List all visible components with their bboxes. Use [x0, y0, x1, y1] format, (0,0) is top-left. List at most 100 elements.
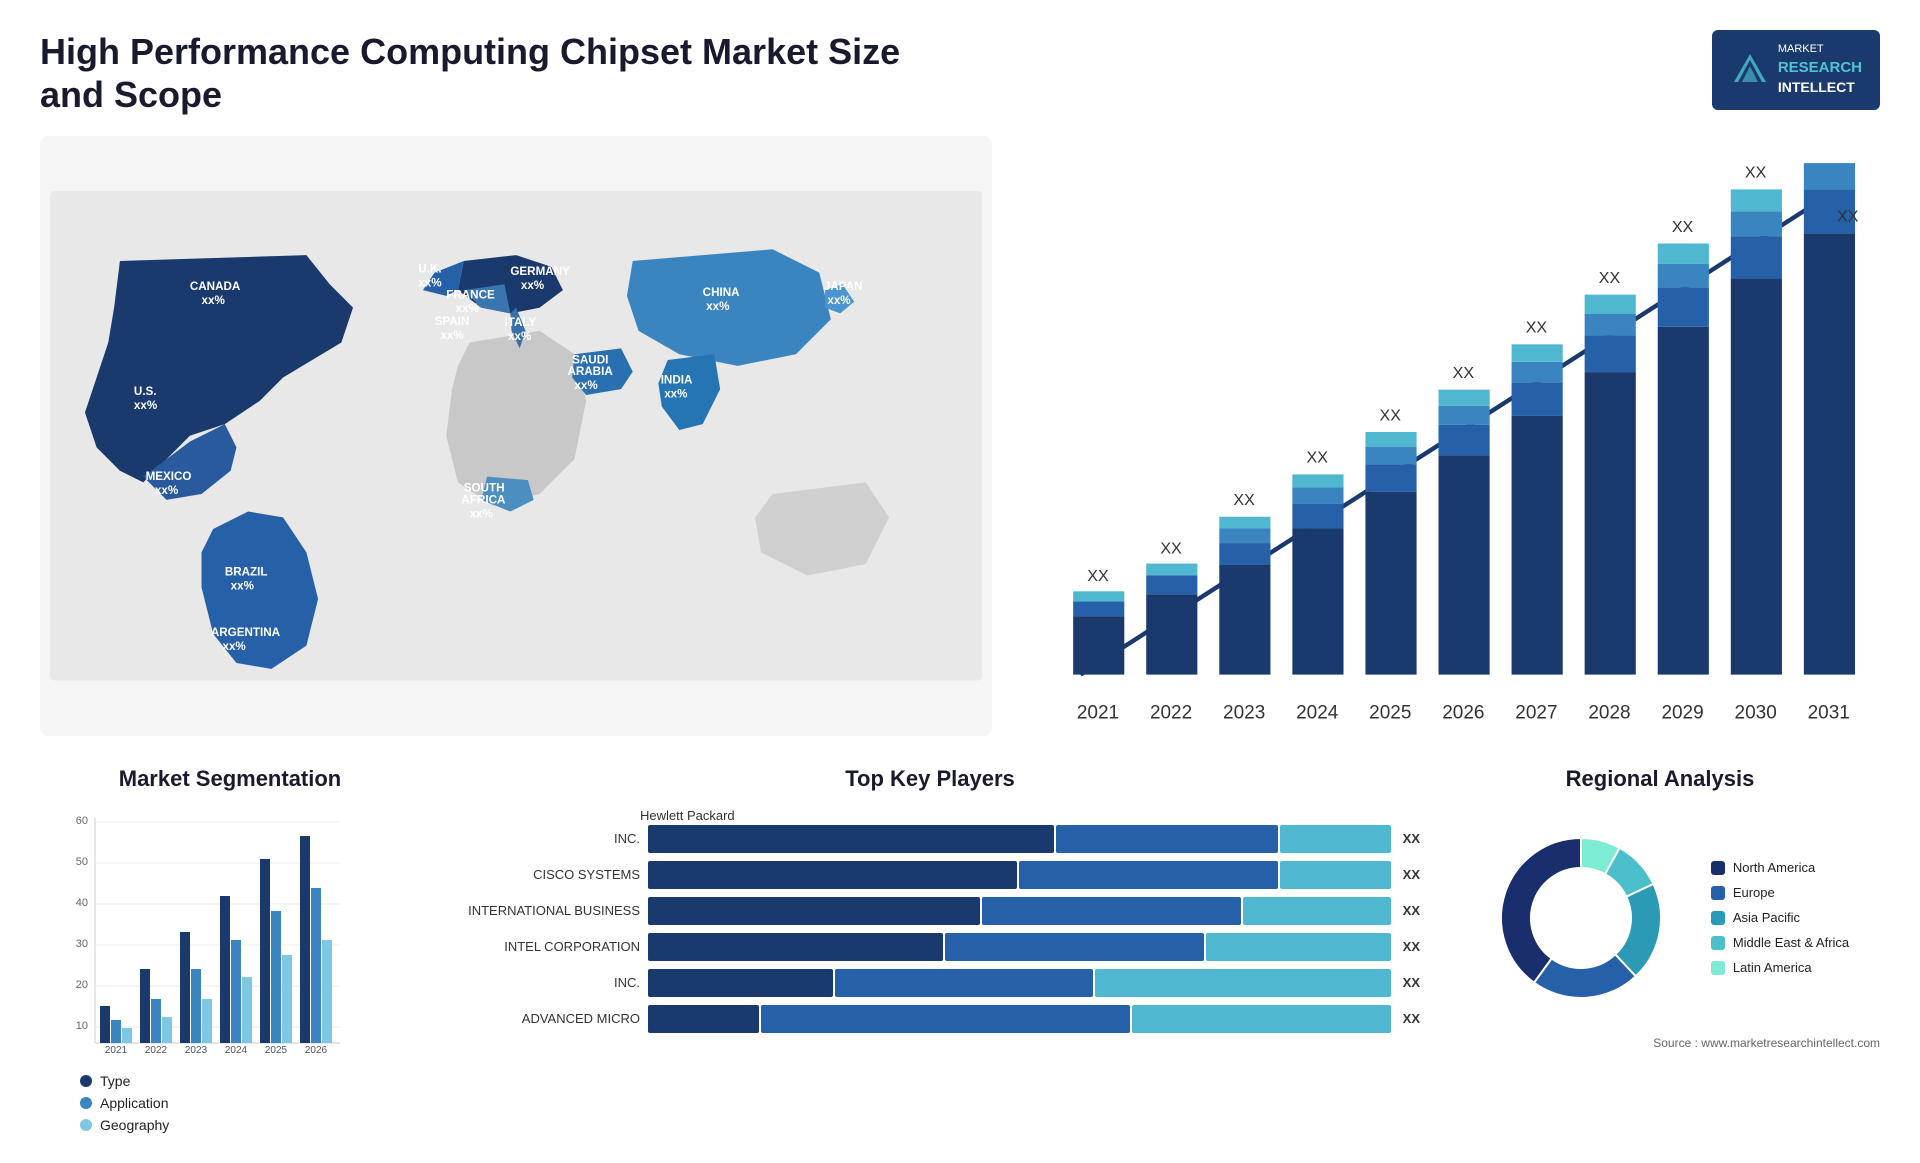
japan-value: xx%: [827, 294, 851, 307]
seg-2025-geo: [282, 955, 292, 1043]
legend-app-label: Application: [100, 1095, 169, 1111]
bar-2029-seg3: [1658, 264, 1709, 287]
seg-2026-app: [311, 888, 321, 1043]
canada-label: CANADA: [190, 280, 241, 293]
xx-2027: XX: [1526, 319, 1548, 337]
bar-2028-seg2: [1585, 336, 1636, 373]
player-bar-seg-2-0: [648, 897, 980, 925]
top-section: CANADA xx% U.S. xx% MEXICO xx% BRAZIL xx…: [40, 136, 1880, 736]
bar-2023-seg4: [1220, 517, 1271, 529]
us-value: xx%: [134, 399, 158, 412]
player-xx-3: XX: [1403, 939, 1420, 954]
player-bar-seg-4-2: [1095, 969, 1390, 997]
player-bar-wrap-4: [648, 969, 1391, 997]
regional-legend: North AmericaEuropeAsia PacificMiddle Ea…: [1711, 860, 1849, 975]
year-2030: 2030: [1735, 703, 1777, 724]
bar-2021-seg1: [1074, 617, 1125, 675]
legend-application: Application: [80, 1095, 420, 1111]
legend-type-dot: [80, 1075, 92, 1087]
bar-2026-seg1: [1439, 456, 1490, 675]
seg-2021-geo: [122, 1028, 132, 1043]
canada-value: xx%: [202, 294, 226, 307]
y-label-50: 50: [76, 856, 88, 868]
italy-value: xx%: [508, 331, 532, 344]
logo-text: MARKET RESEARCH INTELLECT: [1778, 42, 1862, 98]
regional-title: Regional Analysis: [1440, 766, 1880, 792]
player-bar-wrap-3: [648, 933, 1391, 961]
player-bar-seg-2-1: [982, 897, 1241, 925]
bar-2025-seg4: [1366, 432, 1417, 447]
player-rows-container: INC.XXCISCO SYSTEMSXXINTERNATIONAL BUSIN…: [440, 825, 1420, 1033]
player-xx-1: XX: [1403, 867, 1420, 882]
player-xx-0: XX: [1403, 831, 1420, 846]
xx-2022: XX: [1161, 540, 1183, 558]
player-row-3: INTEL CORPORATIONXX: [440, 933, 1420, 961]
spain-label: SPAIN: [435, 315, 470, 328]
player-bar-seg-1-2: [1280, 861, 1391, 889]
player-bar-seg-0-1: [1056, 825, 1278, 853]
regional-legend-item-0: North America: [1711, 860, 1849, 875]
player-name-0: INC.: [440, 831, 640, 846]
player-bar-wrap-5: [648, 1005, 1391, 1033]
player-bar-wrap-2: [648, 897, 1391, 925]
bar-2026-seg3: [1439, 406, 1490, 425]
bar-2023-seg2: [1220, 543, 1271, 565]
bar-2030-seg4: [1731, 190, 1782, 212]
player-xx-2: XX: [1403, 903, 1420, 918]
bar-2029-seg1: [1658, 327, 1709, 675]
saudi-value: xx%: [574, 380, 598, 393]
segmentation-legend: Type Application Geography: [80, 1073, 420, 1133]
bar-2024-seg2: [1293, 504, 1344, 529]
seg-x-2026: 2026: [305, 1045, 328, 1056]
bar-2024-seg4: [1293, 475, 1344, 488]
xx-2021: XX: [1088, 567, 1110, 585]
legend-geo-dot: [80, 1119, 92, 1131]
year-2029: 2029: [1662, 703, 1704, 724]
player-name-1: CISCO SYSTEMS: [440, 867, 640, 882]
xx-2030: XX: [1745, 164, 1767, 182]
brazil-label: BRAZIL: [225, 566, 268, 579]
player-bar-seg-0-0: [648, 825, 1054, 853]
player-bar-wrap-0: [648, 825, 1391, 853]
logo-box: MARKET RESEARCH INTELLECT: [1712, 30, 1880, 110]
xx-2025: XX: [1380, 407, 1402, 425]
seg-2022-geo: [162, 1017, 172, 1043]
japan-label: JAPAN: [824, 280, 863, 293]
regional-legend-dot-4: [1711, 961, 1725, 975]
year-2022: 2022: [1150, 703, 1192, 724]
bar-2028-seg1: [1585, 372, 1636, 675]
y-label-30: 30: [76, 938, 88, 950]
mexico-value: xx%: [155, 484, 179, 497]
year-2023: 2023: [1223, 703, 1265, 724]
bar-2022-seg1: [1147, 595, 1198, 675]
bottom-section: Market Segmentation 60 50 40 30 20 10: [40, 766, 1880, 1133]
bar-chart-svg: 2021 XX 2022 XX 2023 XX 2024 XX: [1022, 146, 1870, 736]
year-2024: 2024: [1296, 703, 1338, 724]
year-2027: 2027: [1516, 703, 1558, 724]
germany-label: GERMANY: [510, 265, 570, 278]
uk-value: xx%: [418, 277, 442, 290]
y-label-60: 60: [76, 815, 88, 827]
player-name-4: INC.: [440, 975, 640, 990]
seg-2024-app: [231, 940, 241, 1043]
y-label-40: 40: [76, 897, 88, 909]
bar-2030-seg2: [1731, 237, 1782, 279]
bar-2030-seg3: [1731, 212, 1782, 237]
bar-2025-seg1: [1366, 492, 1417, 675]
bar-2022-seg3: [1147, 564, 1198, 576]
player-row-4: INC.XX: [440, 969, 1420, 997]
bar-2021-seg3: [1074, 592, 1125, 602]
legend-type-label: Type: [100, 1073, 130, 1089]
regional-legend-label-2: Asia Pacific: [1733, 910, 1800, 925]
donut-seg-4: [1501, 838, 1581, 983]
logo-area: MARKET RESEARCH INTELLECT: [1712, 30, 1880, 110]
y-label-20: 20: [76, 979, 88, 991]
bar-2030-seg1: [1731, 279, 1782, 675]
year-2031: 2031: [1808, 703, 1850, 724]
regional-legend-label-0: North America: [1733, 860, 1815, 875]
seg-2021-type: [100, 1006, 110, 1043]
segment-area: Market Segmentation 60 50 40 30 20 10: [40, 766, 420, 1133]
regional-legend-item-4: Latin America: [1711, 960, 1849, 975]
player-row-2: INTERNATIONAL BUSINESSXX: [440, 897, 1420, 925]
regional-legend-item-3: Middle East & Africa: [1711, 935, 1849, 950]
